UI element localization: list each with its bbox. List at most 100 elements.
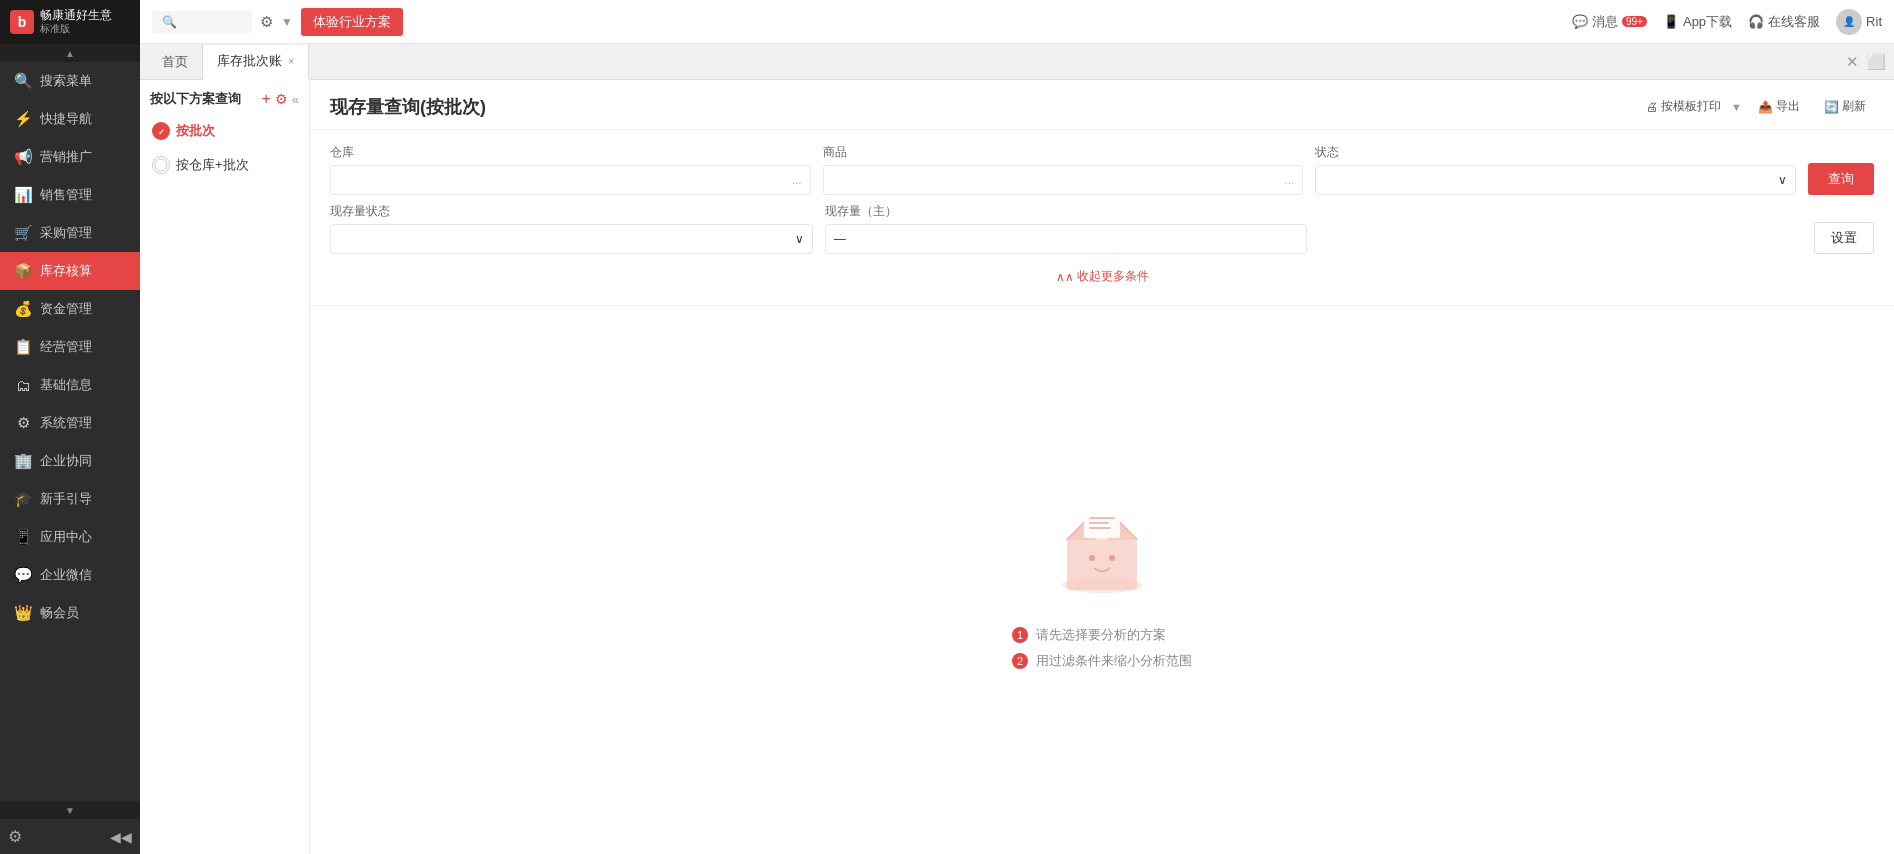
sidebar-collapse-button[interactable]: ◀◀ [110,829,132,845]
filter-area: 仓库 ... 商品 ... [310,130,1894,306]
tab-inventory-batch-label: 库存批次账 [217,52,282,70]
status-label: 状态 [1315,144,1796,161]
sidebar-item-operations[interactable]: 📋 经营管理 [0,328,140,366]
scheme-settings-button[interactable]: ⚙ [275,90,288,108]
query-button[interactable]: 查询 [1808,163,1874,195]
newbie-icon: 🎓 [14,490,32,508]
empty-tips: 1 请先选择要分析的方案 2 用过滤条件来缩小分析范围 [1012,626,1192,670]
sidebar-item-finance[interactable]: 💰 资金管理 [0,290,140,328]
chevron-up-icon: ∧∧ [1056,270,1074,284]
topbar-left: 🔍 ⚙ ▼ 体验行业方案 [152,8,1564,36]
left-panel: 按以下方案查询 + ⚙ « ✓ 按批次 [140,80,310,854]
svg-point-10 [1109,555,1115,561]
username-label: Rit [1866,14,1882,29]
sidebar-item-label: 畅会员 [40,604,79,622]
status-input[interactable]: ∨ [1315,165,1796,195]
topbar-gear-icon[interactable]: ⚙ [260,13,273,31]
sidebar-item-system[interactable]: ⚙ 系统管理 [0,404,140,442]
tab-inventory-batch[interactable]: 库存批次账 × [203,45,309,80]
search-icon: 🔍 [14,72,32,90]
print-dropdown-button[interactable]: ▼ [1731,101,1742,113]
sales-icon: 📊 [14,186,32,204]
collapse-left-panel-button[interactable]: « [292,90,299,108]
refresh-button[interactable]: 🔄 刷新 [1816,94,1874,119]
tab-maximize-button[interactable]: ⬜ [1867,53,1886,71]
sidebar-item-member[interactable]: 👑 畅会员 [0,594,140,632]
page-header-actions: 🖨 按模板打印 ▼ 📤 导出 🔄 刷新 [1638,94,1874,119]
sidebar-item-enterprise[interactable]: 🏢 企业协同 [0,442,140,480]
collapse-more-conditions-button[interactable]: ∧∧ 收起更多条件 [1056,262,1149,291]
warehouse-dots-icon[interactable]: ... [792,173,802,187]
sidebar-item-purchase[interactable]: 🛒 采购管理 [0,214,140,252]
settings-action-button[interactable]: 设置 [1814,222,1874,254]
sidebar-item-sales[interactable]: 📊 销售管理 [0,176,140,214]
product-dots-icon[interactable]: ... [1284,173,1294,187]
tip2-text: 用过滤条件来缩小分析范围 [1036,652,1192,670]
sidebar-settings-button[interactable]: ⚙ [8,827,22,846]
scheme-by-warehouse-batch-label: 按仓库+批次 [176,156,249,174]
user-profile-item[interactable]: 👤 Rit [1836,9,1882,35]
top-filters-row: 仓库 ... 商品 ... [330,144,1874,195]
sidebar-footer: ⚙ ◀◀ [0,819,140,854]
scheme-active-icon: ✓ [152,122,170,140]
app-download-item[interactable]: 📱 App下载 [1663,13,1732,31]
sidebar-item-quick-nav[interactable]: ⚡ 快捷导航 [0,100,140,138]
svg-rect-4 [1067,540,1137,590]
sidebar-item-inventory[interactable]: 📦 库存核算 [0,252,140,290]
trial-button[interactable]: 体验行业方案 [301,8,403,36]
inventory-qty-filter: 现存量（主） — [825,203,1308,254]
tab-home[interactable]: 首页 [148,44,203,79]
marketing-icon: 📢 [14,148,32,166]
print-button[interactable]: 🖨 按模板打印 [1638,94,1729,119]
export-label: 导出 [1776,98,1800,115]
inventory-qty-input[interactable]: — [825,224,1308,254]
topbar-dropdown-icon[interactable]: ▼ [281,15,293,29]
sidebar-scroll-up[interactable]: ▲ [0,44,140,62]
sidebar-item-label: 采购管理 [40,224,92,242]
inventory-status-label: 现存量状态 [330,203,813,220]
scheme-item-by-warehouse-batch[interactable]: 按仓库+批次 [140,148,309,182]
topbar: 🔍 ⚙ ▼ 体验行业方案 💬 消息 99+ 📱 App下载 🎧 在线客服 [140,0,1894,44]
sidebar-item-label: 企业协同 [40,452,92,470]
tab-panel-close-button[interactable]: ✕ [1846,53,1859,71]
warehouse-input[interactable]: ... [330,165,811,195]
status-arrow-icon: ∨ [1778,173,1787,187]
enterprise-icon: 🏢 [14,452,32,470]
sidebar-item-label: 经营管理 [40,338,92,356]
right-panel: 现存量查询(按批次) 🖨 按模板打印 ▼ 📤 导出 🔄 [310,80,1894,854]
empty-state: 1 请先选择要分析的方案 2 用过滤条件来缩小分析范围 [310,306,1894,854]
sidebar-item-label: 搜索菜单 [40,72,92,90]
product-input[interactable]: ... [823,165,1304,195]
topbar-right: 💬 消息 99+ 📱 App下载 🎧 在线客服 👤 Rit [1572,9,1882,35]
messages-item[interactable]: 💬 消息 99+ [1572,13,1647,31]
export-button[interactable]: 📤 导出 [1750,94,1808,119]
sidebar-scroll-down[interactable]: ▼ [0,801,140,819]
inventory-qty-label: 现存量（主） [825,203,1308,220]
sidebar-item-label: 基础信息 [40,376,92,394]
inventory-status-input[interactable]: ∨ [330,224,813,254]
inventory-icon: 📦 [14,262,32,280]
topbar-search-box[interactable]: 🔍 [152,11,252,33]
sidebar-item-basic[interactable]: 🗂 基础信息 [0,366,140,404]
print-dropdown: 🖨 按模板打印 ▼ [1638,94,1742,119]
apps-icon: 📱 [14,528,32,546]
online-service-item[interactable]: 🎧 在线客服 [1748,13,1820,31]
product-label: 商品 [823,144,1304,161]
sidebar-item-label: 库存核算 [40,262,92,280]
sidebar-item-label: 企业微信 [40,566,92,584]
sidebar-item-marketing[interactable]: 📢 营销推广 [0,138,140,176]
sidebar-item-wechat[interactable]: 💬 企业微信 [0,556,140,594]
sidebar-item-search[interactable]: 🔍 搜索菜单 [0,62,140,100]
add-scheme-button[interactable]: + [261,90,270,108]
svg-point-9 [1089,555,1095,561]
warehouse-filter: 仓库 ... [330,144,811,195]
sidebar-item-apps[interactable]: 📱 应用中心 [0,518,140,556]
tip2-num: 2 [1012,653,1028,669]
page-title: 现存量查询(按批次) [330,95,486,119]
message-icon: 💬 [1572,14,1588,29]
operations-icon: 📋 [14,338,32,356]
sidebar-item-newbie[interactable]: 🎓 新手引导 [0,480,140,518]
tab-close-button[interactable]: × [288,55,294,67]
scheme-item-by-batch[interactable]: ✓ 按批次 [140,114,309,148]
empty-tip-2: 2 用过滤条件来缩小分析范围 [1012,652,1192,670]
